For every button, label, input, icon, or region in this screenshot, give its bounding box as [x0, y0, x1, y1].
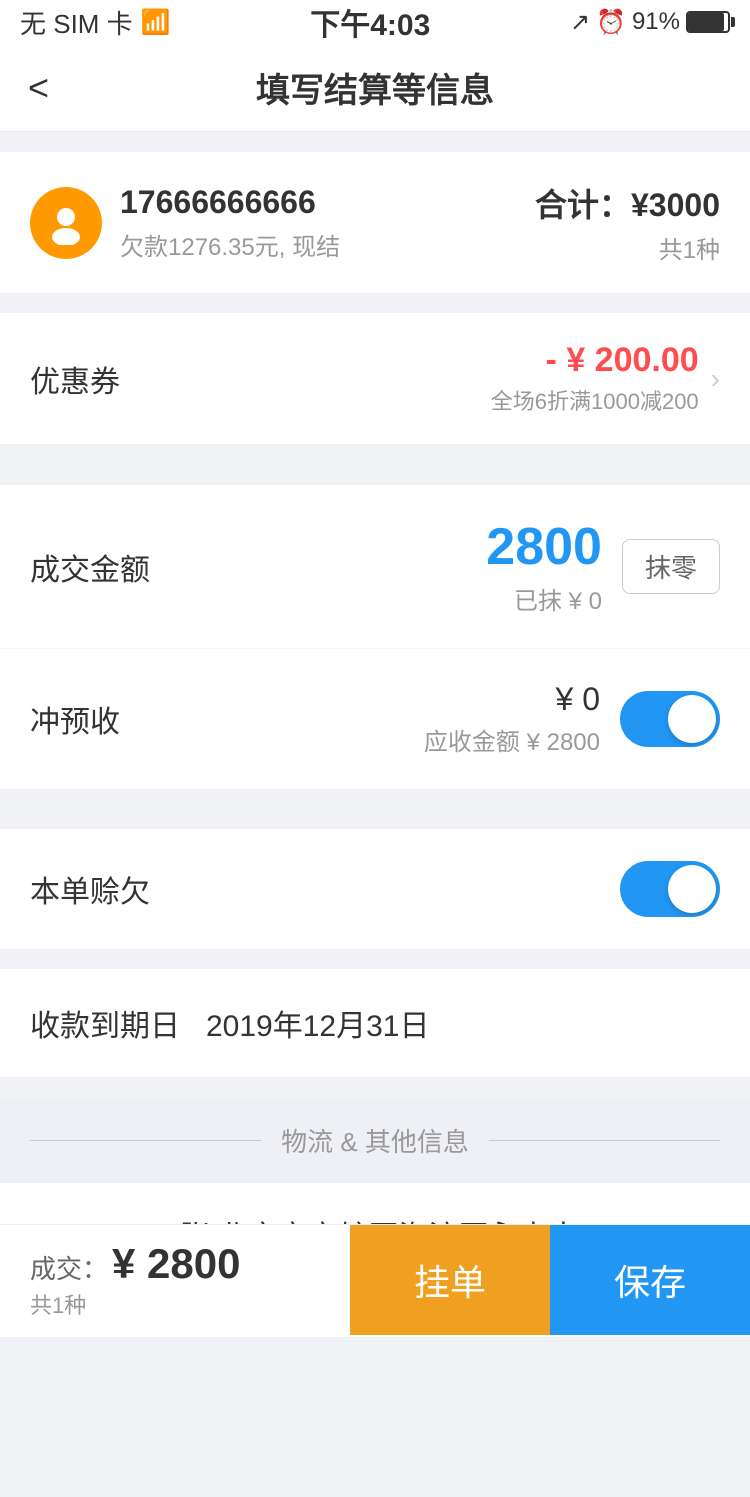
prepay-sub: 应收金额 ¥ 2800 [424, 722, 600, 757]
due-date-label: 收款到期日 [30, 1001, 180, 1045]
deal-row: 成交金额 2800 已抹 ¥ 0 抹零 [0, 485, 750, 649]
divider-5 [0, 1078, 750, 1098]
page-title: 填写结算等信息 [256, 63, 494, 112]
divider-4 [0, 949, 750, 969]
bottom-count: 共1种 [30, 1288, 320, 1320]
gps-icon: ↗ [570, 8, 590, 37]
logistics-title: 物流 & 其他信息 [281, 1122, 469, 1159]
deal-label: 成交金额 [30, 545, 150, 589]
round-zero-button[interactable]: 抹零 [622, 539, 720, 594]
logistics-header: 物流 & 其他信息 [0, 1098, 750, 1183]
coupon-desc: 全场6折满1000减200 [491, 384, 699, 416]
customer-card: 17666666666 欠款1276.35元, 现结 合计：¥3000 共1种 [0, 152, 750, 293]
status-bar: 无 SIM 卡 📶 下午4:03 ↗ ⏰ 91% [0, 0, 750, 44]
coupon-label: 优惠券 [30, 357, 120, 401]
debt-section: 本单赊欠 [0, 829, 750, 949]
prepay-label: 冲预收 [30, 697, 120, 741]
chevron-right-icon: › [711, 363, 720, 395]
total-value: 合计：¥3000 [535, 180, 720, 226]
debt-row: 本单赊欠 [0, 829, 750, 949]
divider-1 [0, 293, 750, 313]
bottom-deal-label: 成交： [30, 1249, 108, 1286]
battery-icon [686, 11, 730, 33]
status-time: 下午4:03 [310, 0, 430, 44]
coupon-amount: - ¥ 200.00 [491, 341, 699, 380]
alarm-icon: ⏰ [596, 8, 626, 37]
status-left: 无 SIM 卡 📶 [20, 4, 171, 41]
hang-button[interactable]: 挂单 [350, 1225, 550, 1335]
customer-phone: 17666666666 [120, 184, 340, 221]
deal-section: 成交金额 2800 已抹 ¥ 0 抹零 冲预收 ¥ 0 应收金额 ¥ 2800 [0, 485, 750, 789]
due-date-value: 2019年12月31日 [206, 1001, 429, 1045]
bottom-deal-value: ¥ 2800 [112, 1240, 240, 1288]
nav-bar: < 填写结算等信息 [0, 44, 750, 132]
sim-label: 无 SIM 卡 [20, 4, 133, 41]
bottom-bar: 成交： ¥ 2800 共1种 挂单 保存 [0, 1224, 750, 1334]
due-date-row: 收款到期日 2019年12月31日 [0, 969, 750, 1078]
deal-amount: 2800 [486, 517, 602, 577]
deal-amount-sub: 已抹 ¥ 0 [486, 581, 602, 616]
avatar-icon [44, 201, 88, 245]
prepay-row: 冲预收 ¥ 0 应收金额 ¥ 2800 [0, 649, 750, 789]
divider-2 [0, 445, 750, 465]
avatar [30, 187, 102, 259]
debt-toggle[interactable] [620, 861, 720, 917]
back-button[interactable]: < [28, 67, 49, 109]
bottom-spacer [0, 1337, 750, 1377]
customer-debt: 欠款1276.35元, 现结 [120, 227, 340, 262]
wifi-icon: 📶 [141, 8, 171, 37]
total-count: 共1种 [535, 230, 720, 265]
bottom-info: 成交： ¥ 2800 共1种 [0, 1240, 350, 1320]
battery-percent: 91% [632, 8, 680, 36]
divider-3 [0, 789, 750, 809]
coupon-row[interactable]: 优惠券 - ¥ 200.00 全场6折满1000减200 › [0, 313, 750, 445]
save-button[interactable]: 保存 [550, 1225, 750, 1335]
prepay-toggle[interactable] [620, 691, 720, 747]
prepay-value: ¥ 0 [424, 681, 600, 718]
status-right: ↗ ⏰ 91% [570, 8, 730, 37]
debt-label: 本单赊欠 [30, 867, 150, 911]
